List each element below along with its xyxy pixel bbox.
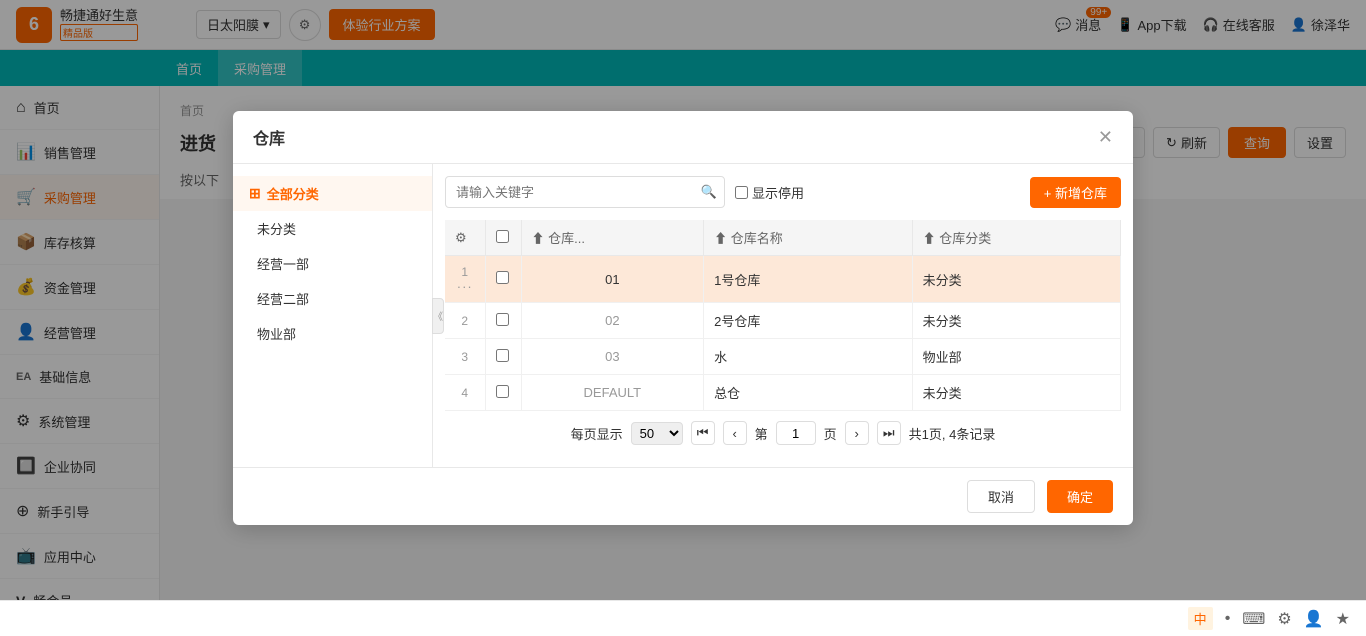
page-number-input[interactable] xyxy=(776,421,816,445)
row-index: 03 xyxy=(521,339,704,375)
category-all-label: 全部分类 xyxy=(267,184,319,203)
last-page-icon: ⏭ xyxy=(883,425,895,441)
row-action-col: 3 xyxy=(445,339,485,375)
row-category: 未分类 xyxy=(912,375,1120,411)
first-page-icon: ⏮ xyxy=(697,425,709,441)
cancel-button[interactable]: 取消 xyxy=(967,480,1035,513)
row-index: DEFAULT xyxy=(521,375,704,411)
star-icon[interactable]: ★ xyxy=(1336,609,1350,629)
lang-icon[interactable]: 中 xyxy=(1188,607,1213,630)
category-item-uncategorized[interactable]: 未分类 xyxy=(233,211,432,246)
next-page-button[interactable]: › xyxy=(845,421,869,445)
row-category: 未分类 xyxy=(912,256,1120,303)
overlay: 仓库 ✕ ⊞ 全部分类 未分类 经营一部 经营二部 xyxy=(0,0,1366,636)
row-num: 2 xyxy=(461,314,468,328)
row-checkbox-col xyxy=(485,339,521,375)
row-name: 水 xyxy=(704,339,912,375)
col-category: ⬆ 仓库分类 xyxy=(912,220,1120,256)
bottom-bar: 中 • ⌨ ⚙ 👤 ★ xyxy=(0,600,1366,636)
select-all-checkbox[interactable] xyxy=(496,230,509,243)
row-name: 1号仓库 xyxy=(704,256,912,303)
search-bar: 🔍 显示停用 + 新增仓库 xyxy=(445,176,1121,208)
prev-page-button[interactable]: ‹ xyxy=(723,421,747,445)
category-item-ops2[interactable]: 经营二部 xyxy=(233,281,432,316)
keyboard-icon[interactable]: ⌨ xyxy=(1242,609,1265,629)
row-category: 物业部 xyxy=(912,339,1120,375)
table-header-row: ⚙ ⬆ 仓库... ⬆ 仓库名称 ⬆ 仓库分类 xyxy=(445,220,1121,256)
collapse-panel-button[interactable]: 《 xyxy=(432,298,444,334)
row-num: 4 xyxy=(461,386,468,400)
row-action-col: 2 xyxy=(445,303,485,339)
row-num: 3 xyxy=(461,350,468,364)
dialog-title: 仓库 xyxy=(253,125,285,149)
row-checkbox[interactable] xyxy=(496,271,509,284)
row-checkbox-col xyxy=(485,256,521,303)
row-num: 1 xyxy=(461,265,468,279)
user-status-icon[interactable]: 👤 xyxy=(1304,609,1324,629)
category-all[interactable]: ⊞ 全部分类 xyxy=(233,176,432,211)
next-page-icon: › xyxy=(855,426,859,441)
row-checkbox-col xyxy=(485,375,521,411)
last-page-button[interactable]: ⏭ xyxy=(877,421,901,445)
dialog-body: ⊞ 全部分类 未分类 经营一部 经营二部 物业部 《 xyxy=(233,164,1133,467)
first-page-button[interactable]: ⏮ xyxy=(691,421,715,445)
right-panel: 🔍 显示停用 + 新增仓库 ⚙ xyxy=(433,164,1133,467)
table-row[interactable]: 1 ··· 01 1号仓库 未分类 xyxy=(445,256,1121,303)
add-warehouse-button[interactable]: + 新增仓库 xyxy=(1030,177,1121,208)
settings-status-icon[interactable]: ⚙ xyxy=(1277,609,1291,629)
row-checkbox-col xyxy=(485,303,521,339)
row-action-col: 4 xyxy=(445,375,485,411)
search-input-wrap: 🔍 xyxy=(445,176,725,208)
category-item-property[interactable]: 物业部 xyxy=(233,316,432,351)
row-index: 02 xyxy=(521,303,704,339)
prev-page-icon: ‹ xyxy=(732,426,736,441)
dialog-close-button[interactable]: ✕ xyxy=(1098,127,1113,148)
show-disabled-checkbox[interactable] xyxy=(735,186,748,199)
row-checkbox[interactable] xyxy=(496,385,509,398)
col-gear: ⚙ xyxy=(445,220,485,256)
warehouse-table: ⚙ ⬆ 仓库... ⬆ 仓库名称 ⬆ 仓库分类 xyxy=(445,220,1121,411)
confirm-button[interactable]: 确定 xyxy=(1047,480,1113,513)
per-page-select[interactable]: 50 100 xyxy=(631,422,683,445)
search-icon[interactable]: 🔍 xyxy=(701,184,717,200)
row-index: 01 xyxy=(521,256,704,303)
row-name: 2号仓库 xyxy=(704,303,912,339)
page-label: 页 xyxy=(824,424,837,443)
table-row[interactable]: 3 03 水 物业部 xyxy=(445,339,1121,375)
row-checkbox[interactable] xyxy=(496,313,509,326)
grid-icon: ⊞ xyxy=(249,185,261,202)
total-info: 共1页, 4条记录 xyxy=(909,424,996,443)
row-name: 总仓 xyxy=(704,375,912,411)
pagination: 每页显示 50 100 ⏮ ‹ 第 页 › xyxy=(445,411,1121,455)
row-category: 未分类 xyxy=(912,303,1120,339)
category-panel: ⊞ 全部分类 未分类 经营一部 经营二部 物业部 《 xyxy=(233,164,433,467)
show-disabled-label[interactable]: 显示停用 xyxy=(735,183,804,202)
table-row[interactable]: 4 DEFAULT 总仓 未分类 xyxy=(445,375,1121,411)
col-name: ⬆ 仓库名称 xyxy=(704,220,912,256)
category-item-ops1[interactable]: 经营一部 xyxy=(233,246,432,281)
search-input[interactable] xyxy=(445,176,725,208)
col-check xyxy=(485,220,521,256)
table-row[interactable]: 2 02 2号仓库 未分类 xyxy=(445,303,1121,339)
page-word: 第 xyxy=(755,424,768,443)
per-page-label: 每页显示 xyxy=(571,424,623,443)
row-action-col: 1 ··· xyxy=(445,256,485,303)
warehouse-table-wrap: ⚙ ⬆ 仓库... ⬆ 仓库名称 ⬆ 仓库分类 xyxy=(445,220,1121,411)
row-more-btn[interactable]: ··· xyxy=(457,279,473,294)
dialog-header: 仓库 ✕ xyxy=(233,111,1133,164)
row-checkbox[interactable] xyxy=(496,349,509,362)
dialog-footer: 取消 确定 xyxy=(233,467,1133,525)
dot-icon: • xyxy=(1225,610,1231,628)
warehouse-dialog: 仓库 ✕ ⊞ 全部分类 未分类 经营一部 经营二部 xyxy=(233,111,1133,525)
col-code: ⬆ 仓库... xyxy=(521,220,704,256)
